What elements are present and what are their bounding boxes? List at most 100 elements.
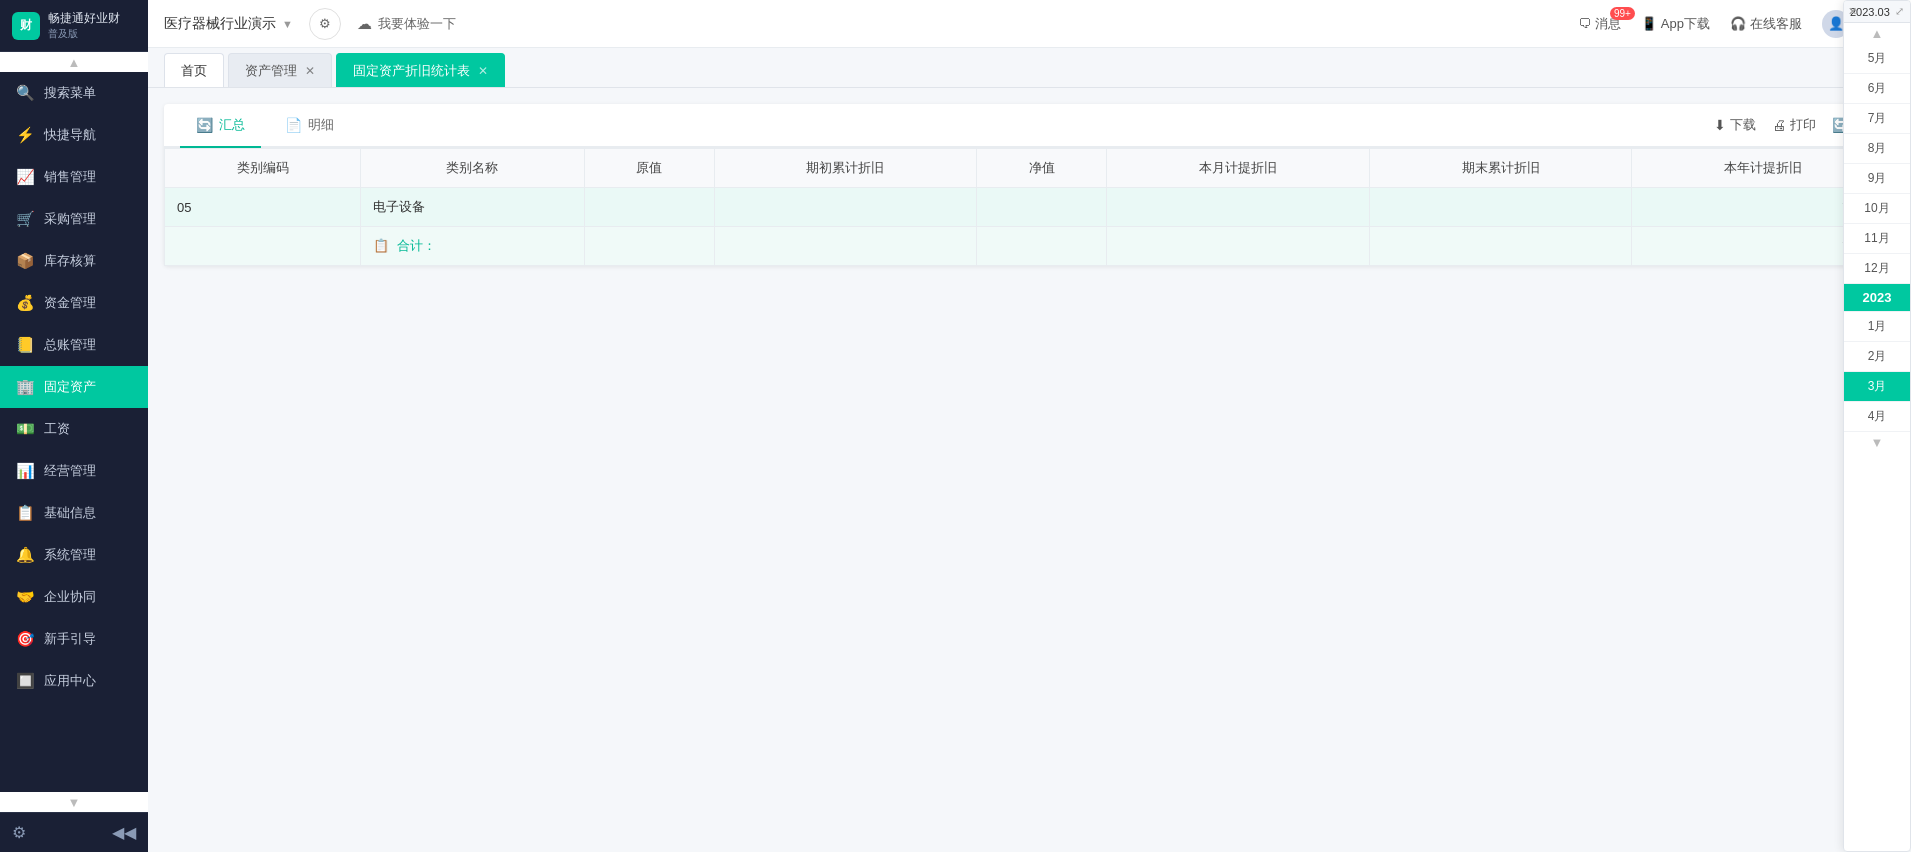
cell-net (977, 188, 1107, 227)
sidebar-item-fixed-assets[interactable]: 🏢 固定资产 (0, 366, 148, 408)
tab-depreciation-report[interactable]: 固定资产折旧统计表 ✕ (336, 53, 505, 87)
report-card: 🔄 汇总 📄 明细 ⬇ 下载 🖨 打印 (164, 104, 1895, 266)
month-9[interactable]: 9月 (1844, 164, 1910, 194)
sidebar-label-system: 系统管理 (44, 546, 96, 564)
sidebar-item-quick-nav[interactable]: ⚡ 快捷导航 (0, 114, 148, 156)
summary-icon: 🔄 (196, 117, 213, 133)
logo-text: 畅捷通好业财 普及版 (48, 11, 120, 40)
print-icon: 🖨 (1772, 117, 1786, 133)
date-nav-down[interactable]: ▼ (1844, 432, 1910, 453)
company-name: 医疗器械行业演示 (164, 15, 276, 33)
download-button[interactable]: ⬇ 下载 (1714, 116, 1756, 134)
tab-detail[interactable]: 📄 明细 (269, 104, 350, 148)
sidebar-item-inventory[interactable]: 📦 库存核算 (0, 240, 148, 282)
tab-home-label: 首页 (181, 62, 207, 80)
month-4[interactable]: 4月 (1844, 402, 1910, 432)
sidebar-item-search[interactable]: 🔍 搜索菜单 (0, 72, 148, 114)
collapse-sidebar-icon[interactable]: ◀◀ (112, 823, 136, 842)
col-original: 原值 (584, 149, 714, 188)
summary-label: 汇总 (219, 116, 245, 134)
sidebar-item-ledger[interactable]: 📒 总账管理 (0, 324, 148, 366)
search-icon: 🔍 (16, 84, 34, 102)
app-logo: 财 畅捷通好业财 普及版 (0, 0, 148, 52)
tab-asset-close-icon[interactable]: ✕ (305, 64, 315, 78)
online-service-button[interactable]: 🎧 在线客服 (1730, 15, 1802, 33)
sidebar-item-funds[interactable]: 💰 资金管理 (0, 282, 148, 324)
fixed-assets-icon: 🏢 (16, 378, 34, 396)
month-12[interactable]: 12月 (1844, 254, 1910, 284)
month-6[interactable]: 6月 (1844, 88, 1910, 104)
date-panel: 2023.03 ⤢ ▲ 5月 6月 7月 8月 9月 10月 11月 12月 2… (1843, 88, 1911, 852)
main-area: 医疗器械行业演示 ▼ ⚙ ☁ 我要体验一下 🗨 消息 99+ 📱 App下载 (148, 0, 1911, 852)
total-label: 📋 合计： (361, 227, 584, 266)
sidebar-item-purchase[interactable]: 🛒 采购管理 (0, 198, 148, 240)
sidebar-label-ledger: 总账管理 (44, 336, 96, 354)
download-icon: ⬇ (1714, 117, 1726, 133)
message-icon: 🗨 (1578, 16, 1591, 31)
detail-label: 明细 (308, 116, 334, 134)
sidebar-label-purchase: 采购管理 (44, 210, 96, 228)
month-7[interactable]: 7月 (1844, 104, 1910, 134)
message-button[interactable]: 🗨 消息 99+ (1578, 15, 1621, 33)
col-net: 净值 (977, 149, 1107, 188)
sidebar-item-sales[interactable]: 📈 销售管理 (0, 156, 148, 198)
logo-icon: 财 (12, 12, 40, 40)
quick-nav-icon: ⚡ (16, 126, 34, 144)
total-original (584, 227, 714, 266)
tab-depreciation-label: 固定资产折旧统计表 (353, 62, 470, 80)
sidebar-label-basic-info: 基础信息 (44, 504, 96, 522)
month-8[interactable]: 8月 (1844, 134, 1910, 164)
app-download-button[interactable]: 📱 App下载 (1641, 15, 1710, 33)
sidebar-label-sales: 销售管理 (44, 168, 96, 186)
content-area: 🔄 汇总 📄 明细 ⬇ 下载 🖨 打印 (148, 88, 1911, 852)
cell-code: 05 (165, 188, 361, 227)
print-label: 打印 (1790, 116, 1816, 134)
sidebar-item-payroll[interactable]: 💵 工资 (0, 408, 148, 450)
month-3-active[interactable]: 3月 (1844, 372, 1910, 402)
sidebar-item-operations[interactable]: 📊 经营管理 (0, 450, 148, 492)
sidebar-label-app-center: 应用中心 (44, 672, 96, 690)
tab-asset-management[interactable]: 资产管理 ✕ (228, 53, 332, 87)
tab-summary[interactable]: 🔄 汇总 (180, 104, 261, 148)
sidebar-label-operations: 经营管理 (44, 462, 96, 480)
total-initial-acc (714, 227, 977, 266)
sidebar-item-enterprise[interactable]: 🤝 企业协同 (0, 576, 148, 618)
app-center-icon: 🔲 (16, 672, 34, 690)
table-row: 05 电子设备 791.67 (165, 188, 1895, 227)
company-selector[interactable]: 医疗器械行业演示 ▼ (164, 15, 293, 33)
sidebar-item-guide[interactable]: 🎯 新手引导 (0, 618, 148, 660)
inventory-icon: 📦 (16, 252, 34, 270)
month-2[interactable]: 2月 (1844, 342, 1910, 372)
sidebar-nav: 🔍 搜索菜单 ⚡ 快捷导航 📈 销售管理 🛒 采购管理 📦 库存核算 💰 资金管… (0, 72, 148, 792)
purchase-icon: 🛒 (16, 210, 34, 228)
settings-bottom-icon[interactable]: ⚙ (12, 823, 26, 842)
total-end-acc (1369, 227, 1632, 266)
enterprise-icon: 🤝 (16, 588, 34, 606)
cell-name: 电子设备 (361, 188, 584, 227)
sidebar-scroll-down[interactable]: ▼ (0, 792, 148, 812)
sidebar-item-system[interactable]: 🔔 系统管理 (0, 534, 148, 576)
sidebar-label-guide: 新手引导 (44, 630, 96, 648)
month-11[interactable]: 11月 (1844, 224, 1910, 254)
print-button[interactable]: 🖨 打印 (1772, 116, 1816, 134)
tab-depreciation-close-icon[interactable]: ✕ (478, 64, 488, 78)
experience-button[interactable]: ☁ 我要体验一下 (357, 15, 456, 33)
topbar-settings-button[interactable]: ⚙ (309, 8, 341, 40)
sidebar-item-app-center[interactable]: 🔲 应用中心 (0, 660, 148, 702)
online-service-label: 在线客服 (1750, 15, 1802, 33)
sidebar-scroll-up[interactable]: ▲ (0, 52, 148, 72)
cell-monthly (1107, 188, 1370, 227)
tab-home[interactable]: 首页 (164, 53, 224, 87)
sidebar-label-search: 搜索菜单 (44, 84, 96, 102)
sidebar-bottom: ⚙ ◀◀ (0, 812, 148, 852)
month-10[interactable]: 10月 (1844, 194, 1910, 224)
sidebar-item-basic-info[interactable]: 📋 基础信息 (0, 492, 148, 534)
table-total-row: 📋 合计： 791.67 (165, 227, 1895, 266)
month-1[interactable]: 1月 (1844, 312, 1910, 342)
col-name: 类别名称 (361, 149, 584, 188)
headset-icon: 🎧 (1730, 16, 1746, 31)
col-monthly: 本月计提折旧 (1107, 149, 1370, 188)
topbar: 医疗器械行业演示 ▼ ⚙ ☁ 我要体验一下 🗨 消息 99+ 📱 App下载 (148, 0, 1911, 48)
experience-label: 我要体验一下 (378, 15, 456, 33)
sidebar-label-inventory: 库存核算 (44, 252, 96, 270)
